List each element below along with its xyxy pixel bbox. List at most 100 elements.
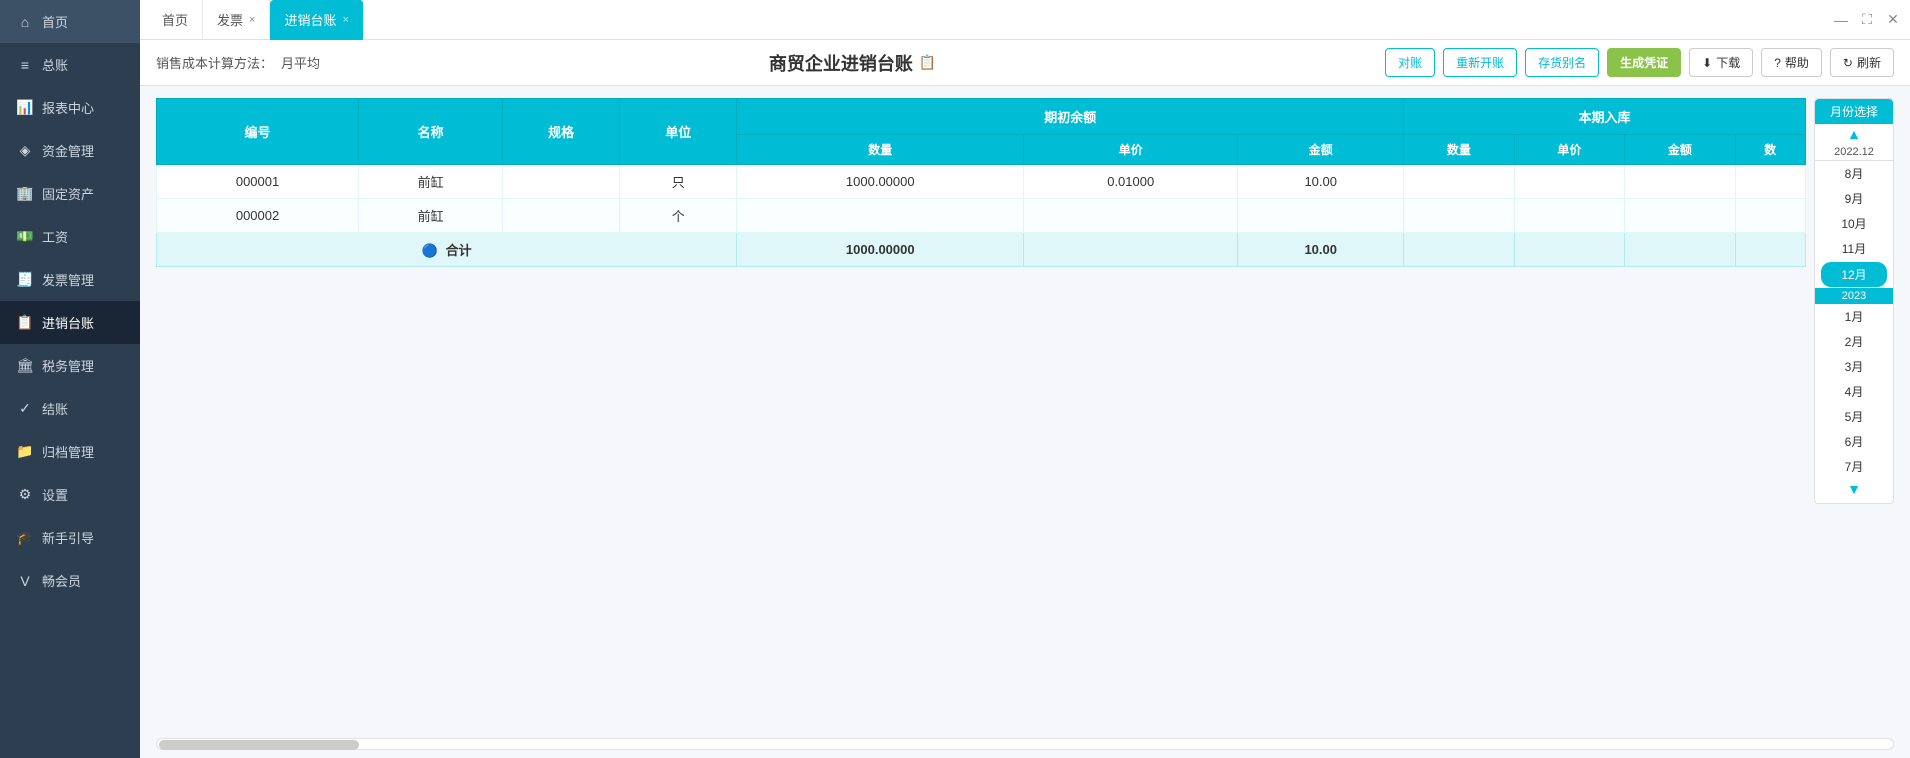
generate-button[interactable]: 生成凭证 <box>1607 48 1681 77</box>
tax-icon: 🏛 <box>16 357 34 374</box>
month-5[interactable]: 5月 <box>1815 404 1893 429</box>
page-title: 商贸企业进销台账 📋 <box>332 50 1373 76</box>
tab-purchase-sales-close[interactable]: × <box>342 14 348 26</box>
total-in-amount <box>1625 233 1735 267</box>
row1-in-price <box>1514 165 1624 199</box>
row2-initial-price <box>1024 199 1238 233</box>
title-text: 商贸企业进销台账 <box>769 50 913 76</box>
help-icon: ? <box>1774 56 1781 70</box>
ledger-table: 编号 名称 规格 单位 期初余额 本期入库 数量 单价 金额 数量 <box>156 98 1806 267</box>
sidebar-item-purchase-sales[interactable]: 📋 进销台账 <box>0 301 140 344</box>
row2-unit: 个 <box>620 199 737 233</box>
month-7[interactable]: 7月 <box>1815 454 1893 479</box>
tab-home-label: 首页 <box>162 10 188 29</box>
purchase-sales-icon: 📋 <box>16 314 34 331</box>
title-icon: 📋 <box>919 54 936 71</box>
sidebar-item-label: 发票管理 <box>42 270 94 289</box>
sidebar-item-general-ledger[interactable]: ≡ 总账 <box>0 43 140 86</box>
window-controls: — ⛶ ✕ <box>1832 11 1902 29</box>
duizhang-button[interactable]: 对账 <box>1385 48 1435 77</box>
sidebar-item-invoice-management[interactable]: 🧾 发票管理 <box>0 258 140 301</box>
col-unit: 单位 <box>620 99 737 165</box>
maximize-button[interactable]: ⛶ <box>1858 11 1876 29</box>
sidebar-item-fund-management[interactable]: ◈ 资金管理 <box>0 129 140 172</box>
sidebar-item-label: 税务管理 <box>42 356 94 375</box>
help-button[interactable]: ? 帮助 <box>1761 48 1822 77</box>
table-row: 000002 前缸 个 <box>157 199 1806 233</box>
month-nav-down-button[interactable]: ▼ <box>1843 481 1865 497</box>
sidebar-item-fixed-assets[interactable]: 🏢 固定资产 <box>0 172 140 215</box>
row1-initial-price: 0.01000 <box>1024 165 1238 199</box>
sidebar-item-vip[interactable]: V 畅会员 <box>0 559 140 602</box>
month-selector-panel: 月份选择 ▲ 2022.12 8月 9月 10月 11月 12月 2023 1月… <box>1814 98 1894 504</box>
tab-invoice-label: 发票 <box>217 10 243 29</box>
sidebar-item-label: 总账 <box>42 55 68 74</box>
row1-initial-qty: 1000.00000 <box>737 165 1024 199</box>
cost-method: 销售成本计算方法： 月平均 <box>156 53 320 72</box>
archive-icon: 📁 <box>16 443 34 460</box>
close-button[interactable]: ✕ <box>1884 11 1902 29</box>
row1-id: 000001 <box>157 165 359 199</box>
sidebar-item-label: 结账 <box>42 399 68 418</box>
month-nav-down: ▼ <box>1815 479 1893 499</box>
row1-spec <box>503 165 620 199</box>
cunaibieming-button[interactable]: 存货别名 <box>1525 48 1599 77</box>
tab-bar: 首页 发票 × 进销台账 × — ⛶ ✕ <box>140 0 1910 40</box>
total-in-qty <box>1404 233 1514 267</box>
sidebar-item-settings[interactable]: ⚙ 设置 <box>0 473 140 516</box>
month-8[interactable]: 8月 <box>1815 161 1893 186</box>
sidebar-item-label: 新手引导 <box>42 528 94 547</box>
month-3[interactable]: 3月 <box>1815 354 1893 379</box>
download-button[interactable]: ⬇ 下载 <box>1689 48 1753 77</box>
sidebar-item-archive[interactable]: 📁 归档管理 <box>0 430 140 473</box>
col-initial-amount: 金额 <box>1238 135 1404 165</box>
year-2023-marker: 2023 <box>1815 288 1893 304</box>
page-content: 销售成本计算方法： 月平均 商贸企业进销台账 📋 对账 重新开账 存货别名 生成… <box>140 40 1910 758</box>
chongxin-button[interactable]: 重新开账 <box>1443 48 1517 77</box>
month-2[interactable]: 2月 <box>1815 329 1893 354</box>
minimize-button[interactable]: — <box>1832 11 1850 29</box>
tab-home[interactable]: 首页 <box>148 0 203 40</box>
help-label: 帮助 <box>1785 54 1809 71</box>
row1-initial-amount: 10.00 <box>1238 165 1404 199</box>
col-name: 名称 <box>359 99 503 165</box>
tab-purchase-sales-ledger[interactable]: 进销台账 × <box>270 0 363 40</box>
total-in-extra <box>1735 233 1805 267</box>
month-10[interactable]: 10月 <box>1815 211 1893 236</box>
month-6[interactable]: 6月 <box>1815 429 1893 454</box>
sidebar-item-home[interactable]: ⌂ 首页 <box>0 0 140 43</box>
row2-name: 前缸 <box>359 199 503 233</box>
row1-in-amount <box>1625 165 1735 199</box>
invoice-icon: 🧾 <box>16 271 34 288</box>
sidebar-item-payroll[interactable]: 💵 工资 <box>0 215 140 258</box>
month-11[interactable]: 11月 <box>1815 236 1893 261</box>
month-1[interactable]: 1月 <box>1815 304 1893 329</box>
month-nav-up-button[interactable]: ▲ <box>1843 126 1865 142</box>
sidebar-item-label: 首页 <box>42 12 68 31</box>
month-panel-title: 月份选择 <box>1815 99 1893 124</box>
row1-in-qty <box>1404 165 1514 199</box>
download-icon: ⬇ <box>1702 56 1712 70</box>
col-spec: 规格 <box>503 99 620 165</box>
sidebar-item-label: 固定资产 <box>42 184 94 203</box>
total-in-price <box>1514 233 1624 267</box>
sidebar-item-guide[interactable]: 🎓 新手引导 <box>0 516 140 559</box>
scrollbar-thumb[interactable] <box>159 740 359 750</box>
tab-invoice-close[interactable]: × <box>249 14 255 26</box>
row1-in-extra <box>1735 165 1805 199</box>
month-9[interactable]: 9月 <box>1815 186 1893 211</box>
sidebar-item-tax-management[interactable]: 🏛 税务管理 <box>0 344 140 387</box>
month-4[interactable]: 4月 <box>1815 379 1893 404</box>
sidebar-item-period-end[interactable]: ✓ 结账 <box>0 387 140 430</box>
sidebar-item-label: 进销台账 <box>42 313 94 332</box>
tab-invoice[interactable]: 发票 × <box>203 0 270 40</box>
month-12[interactable]: 12月 <box>1821 262 1887 287</box>
sidebar-item-label: 归档管理 <box>42 442 94 461</box>
sidebar-item-report-center[interactable]: 📊 报表中心 <box>0 86 140 129</box>
horizontal-scrollbar[interactable] <box>156 738 1894 750</box>
main-content: 首页 发票 × 进销台账 × — ⛶ ✕ 销售成本计算方法： 月平均 商贸企业进… <box>140 0 1910 758</box>
total-label: 🔵 合计 <box>157 233 737 267</box>
refresh-button[interactable]: ↻ 刷新 <box>1830 48 1894 77</box>
ledger-icon: ≡ <box>16 57 34 73</box>
report-icon: 📊 <box>16 99 34 116</box>
